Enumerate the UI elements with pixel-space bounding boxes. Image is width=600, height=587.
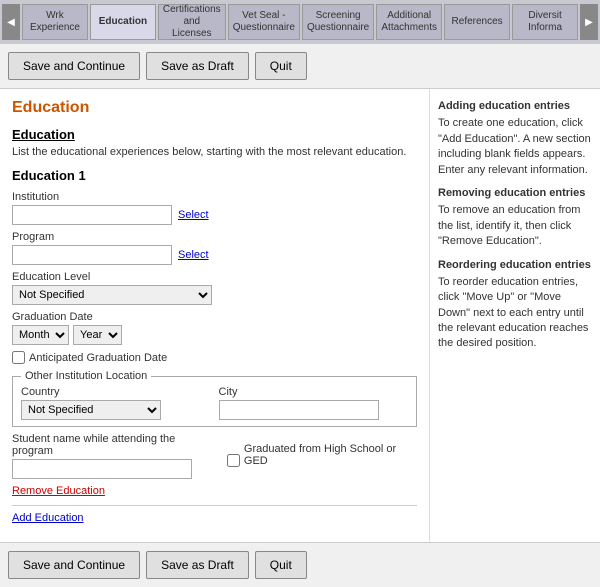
remove-edu-body: To remove an education from the list, id… (438, 203, 592, 249)
nav-bar: ◀ Wrk Experience Education Certification… (0, 0, 600, 44)
institution-select-link[interactable]: Select (178, 209, 209, 221)
top-toolbar: Save and Continue Save as Draft Quit (0, 44, 600, 89)
section-title: Education (12, 127, 417, 142)
save-draft-button-bottom[interactable]: Save as Draft (146, 551, 249, 579)
bottom-toolbar: Save and Continue Save as Draft Quit (0, 542, 600, 587)
sidebar-info: Adding education entries To create one e… (430, 89, 600, 542)
graduation-date-group: Graduation Date Month Year (12, 311, 417, 345)
anticipated-row: Anticipated Graduation Date (12, 351, 417, 364)
nav-step-attachments[interactable]: Additional Attachments (376, 4, 442, 40)
add-edu-body: To create one education, click "Add Educ… (438, 116, 592, 178)
add-education-link[interactable]: Add Education (12, 512, 417, 524)
institution-input[interactable] (12, 205, 172, 225)
student-graduated-row: Student name while attending the program… (12, 433, 417, 479)
nav-step-vet[interactable]: Vet Seal - Questionnaire (228, 4, 300, 40)
nav-step-work[interactable]: Wrk Experience (22, 4, 88, 40)
program-group: Program Select (12, 231, 417, 265)
country-label: Country (21, 386, 211, 398)
save-continue-button-bottom[interactable]: Save and Continue (8, 551, 140, 579)
graduated-checkbox[interactable] (227, 454, 240, 467)
anticipated-label: Anticipated Graduation Date (29, 352, 167, 364)
institution-row: Select (12, 205, 417, 225)
quit-button-top[interactable]: Quit (255, 52, 307, 80)
program-label: Program (12, 231, 417, 243)
graduated-group: Graduated from High School or GED (227, 443, 417, 469)
program-select-link[interactable]: Select (178, 249, 209, 261)
graduation-year-select[interactable]: Year (73, 325, 122, 345)
other-location-right: City (219, 386, 409, 420)
remove-education-link[interactable]: Remove Education (12, 485, 417, 497)
student-name-input[interactable] (12, 459, 192, 479)
graduation-month-select[interactable]: Month (12, 325, 69, 345)
save-draft-button-top[interactable]: Save as Draft (146, 52, 249, 80)
student-name-group: Student name while attending the program (12, 433, 213, 479)
reorder-edu-title: Reordering education entries (438, 258, 592, 273)
program-input[interactable] (12, 245, 172, 265)
city-input[interactable] (219, 400, 379, 420)
divider (12, 505, 417, 506)
nav-step-diversity[interactable]: Diversit Informa (512, 4, 578, 40)
other-location-legend: Other Institution Location (21, 370, 151, 382)
anticipated-checkbox[interactable] (12, 351, 25, 364)
education-level-label: Education Level (12, 271, 417, 283)
nav-next-button[interactable]: ▶ (580, 4, 598, 40)
institution-group: Institution Select (12, 191, 417, 225)
edu1-title: Education 1 (12, 168, 417, 183)
reorder-edu-body: To reorder education entries, click "Mov… (438, 275, 592, 352)
institution-label: Institution (12, 191, 417, 203)
education-level-group: Education Level Not Specified (12, 271, 417, 305)
graduated-label: Graduated from High School or GED (244, 443, 417, 467)
graduation-date-label: Graduation Date (12, 311, 417, 323)
country-select[interactable]: Not Specified (21, 400, 161, 420)
nav-prev-button[interactable]: ◀ (2, 4, 20, 40)
program-row: Select (12, 245, 417, 265)
city-label: City (219, 386, 409, 398)
content-area: Education Education List the educational… (0, 89, 430, 542)
add-edu-title: Adding education entries (438, 99, 592, 114)
nav-step-screening[interactable]: Screening Questionnaire (302, 4, 374, 40)
main-layout: Education Education List the educational… (0, 89, 600, 542)
save-continue-button-top[interactable]: Save and Continue (8, 52, 140, 80)
quit-button-bottom[interactable]: Quit (255, 551, 307, 579)
other-location-left: Country Not Specified (21, 386, 211, 420)
other-location-row: Country Not Specified City (21, 386, 408, 420)
nav-step-education[interactable]: Education (90, 4, 156, 40)
nav-step-certifications[interactable]: Certifications and Licenses (158, 4, 226, 40)
nav-step-references[interactable]: References (444, 4, 510, 40)
section-desc: List the educational experiences below, … (12, 146, 417, 158)
education-level-select[interactable]: Not Specified (12, 285, 212, 305)
student-name-label: Student name while attending the program (12, 433, 213, 457)
remove-edu-title: Removing education entries (438, 186, 592, 201)
page-title: Education (12, 99, 417, 117)
other-location-fieldset: Other Institution Location Country Not S… (12, 370, 417, 427)
graduation-date-row: Month Year (12, 325, 417, 345)
